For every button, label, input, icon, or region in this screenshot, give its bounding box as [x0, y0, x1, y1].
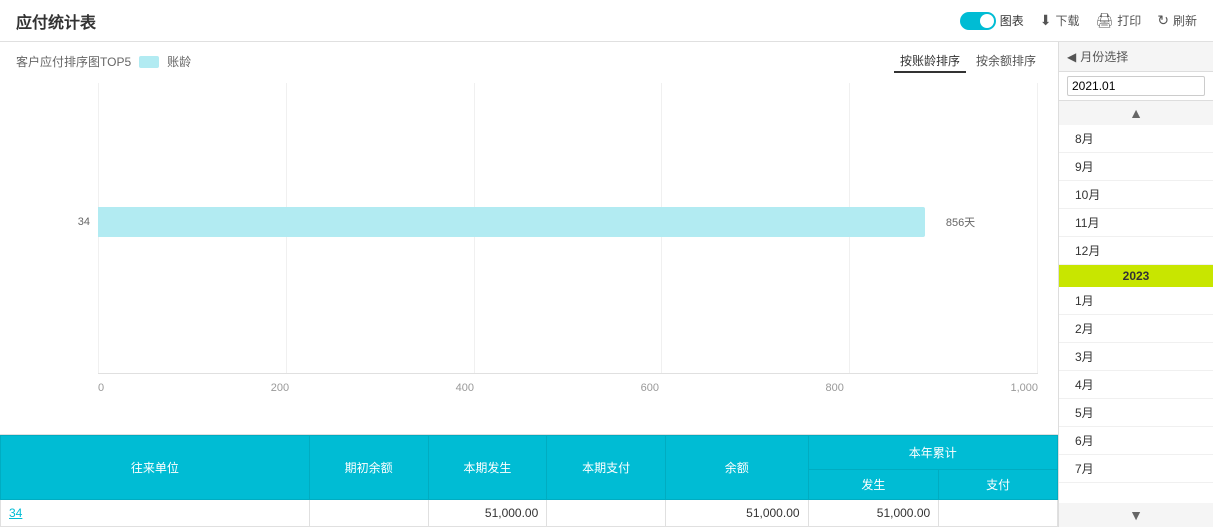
cell-balance: 51,000.00	[666, 500, 809, 527]
month-item-5[interactable]: 5月	[1059, 399, 1213, 427]
month-item-2[interactable]: 2月	[1059, 315, 1213, 343]
toggle-label: 图表	[1000, 12, 1024, 29]
chart-controls: 客户应付排序图TOP5 账龄 按账龄排序 按余额排序	[0, 42, 1058, 73]
download-label: 下载	[1055, 12, 1079, 29]
print-button[interactable]: 🖨 打印	[1095, 12, 1141, 29]
col-payment-header: 本期支付	[547, 436, 666, 500]
month-selector: 8月 9月 10月 11月 12月 2023 1月 2月 3月 4月 5月 6月…	[1059, 125, 1213, 503]
refresh-button[interactable]: ↻ 刷新	[1157, 12, 1197, 29]
chart-toggle[interactable]	[960, 12, 996, 30]
right-panel-header: ◀ 月份选择	[1059, 42, 1213, 72]
col-balance-header: 余额	[666, 436, 809, 500]
x-tick-600: 600	[641, 382, 659, 394]
download-icon: ⬇	[1040, 12, 1052, 29]
bar-container: 856天	[98, 207, 1038, 237]
col-unit-header: 往来单位	[1, 436, 310, 500]
bar-end-label: 856天	[946, 214, 975, 230]
table-row: 34 51,000.00 51,000.00 51,000.00	[1, 500, 1058, 527]
toggle-thumb	[980, 14, 994, 28]
month-item-12[interactable]: 12月	[1059, 237, 1213, 265]
sort-by-amount-button[interactable]: 按余额排序	[970, 50, 1042, 73]
sort-by-balance-button[interactable]: 按账龄排序	[894, 50, 966, 73]
cell-current: 51,000.00	[428, 500, 547, 527]
month-item-6[interactable]: 6月	[1059, 427, 1213, 455]
month-item-3[interactable]: 3月	[1059, 343, 1213, 371]
legend-title: 客户应付排序图TOP5	[16, 53, 131, 70]
chart-table-area: 客户应付排序图TOP5 账龄 按账龄排序 按余额排序	[0, 42, 1058, 527]
chart-toggle-wrap: 图表	[960, 12, 1024, 30]
cell-payment	[547, 500, 666, 527]
x-tick-400: 400	[456, 382, 474, 394]
col-ytd-group-header: 本年累计	[808, 436, 1057, 470]
year-input[interactable]	[1067, 76, 1205, 96]
x-tick-0: 0	[98, 382, 104, 394]
month-item-4[interactable]: 4月	[1059, 371, 1213, 399]
table-header-row: 往来单位 期初余额 本期发生 本期支付 余额 本年累计	[1, 436, 1058, 470]
page-header: 应付统计表 图表 ⬇ 下载 🖨 打印 ↻ 刷新	[0, 0, 1213, 42]
year-input-row	[1059, 72, 1213, 101]
print-icon: 🖨	[1095, 12, 1113, 29]
x-tick-200: 200	[271, 382, 289, 394]
x-tick-800: 800	[826, 382, 844, 394]
month-item-10[interactable]: 10月	[1059, 181, 1213, 209]
cell-ytd-pay	[939, 500, 1058, 527]
col-current-header: 本期发生	[428, 436, 547, 500]
sort-buttons: 按账龄排序 按余额排序	[894, 50, 1042, 73]
right-panel: ◀ 月份选择 ▲ 8月 9月 10月 11月 12月 2023 1月 2月 3月…	[1058, 42, 1213, 527]
refresh-label: 刷新	[1173, 12, 1197, 29]
bar-fill: 856天	[98, 207, 925, 237]
month-item-11[interactable]: 11月	[1059, 209, 1213, 237]
bar-row-label: 34	[60, 216, 90, 228]
bar-row-34: 34 856天	[60, 207, 1038, 237]
year-2023-label: 2023	[1059, 265, 1213, 287]
main-content: 客户应付排序图TOP5 账龄 按账龄排序 按余额排序	[0, 42, 1213, 527]
month-item-1[interactable]: 1月	[1059, 287, 1213, 315]
print-label: 打印	[1117, 12, 1141, 29]
legend-color-box	[139, 56, 159, 68]
month-item-7[interactable]: 7月	[1059, 455, 1213, 483]
scroll-down-button[interactable]: ▼	[1059, 503, 1213, 527]
cell-ytd-occur: 51,000.00	[808, 500, 939, 527]
month-selector-label: 月份选择	[1080, 48, 1128, 65]
page-title: 应付统计表	[16, 9, 96, 33]
x-axis: 0 200 400 600 800 1,000	[98, 382, 1038, 394]
month-item-9[interactable]: 9月	[1059, 153, 1213, 181]
chart-legend: 客户应付排序图TOP5 账龄	[16, 53, 191, 70]
col-ytd-occur-header: 发生	[808, 470, 939, 500]
x-axis-line	[98, 373, 1038, 374]
scroll-up-button[interactable]: ▲	[1059, 101, 1213, 125]
col-ytd-pay-header: 支付	[939, 470, 1058, 500]
table-section: 往来单位 期初余额 本期发生 本期支付 余额 本年累计 发生 支付 34	[0, 434, 1058, 527]
x-tick-1000: 1,000	[1010, 382, 1038, 394]
col-opening-header: 期初余额	[309, 436, 428, 500]
month-item-8[interactable]: 8月	[1059, 125, 1213, 153]
download-button[interactable]: ⬇ 下载	[1040, 12, 1080, 29]
collapse-arrow-icon[interactable]: ◀	[1067, 50, 1076, 64]
legend-color-label: 账龄	[167, 53, 191, 70]
cell-unit[interactable]: 34	[1, 500, 310, 527]
data-table: 往来单位 期初余额 本期发生 本期支付 余额 本年累计 发生 支付 34	[0, 435, 1058, 527]
refresh-icon: ↻	[1157, 12, 1169, 29]
chart-inner: 34 856天 0 200 400 600 800 1,000	[60, 83, 1038, 394]
bar-chart: 34 856天 0 200 400 600 800 1,000	[0, 73, 1058, 434]
header-actions: 图表 ⬇ 下载 🖨 打印 ↻ 刷新	[960, 12, 1197, 30]
cell-opening	[309, 500, 428, 527]
